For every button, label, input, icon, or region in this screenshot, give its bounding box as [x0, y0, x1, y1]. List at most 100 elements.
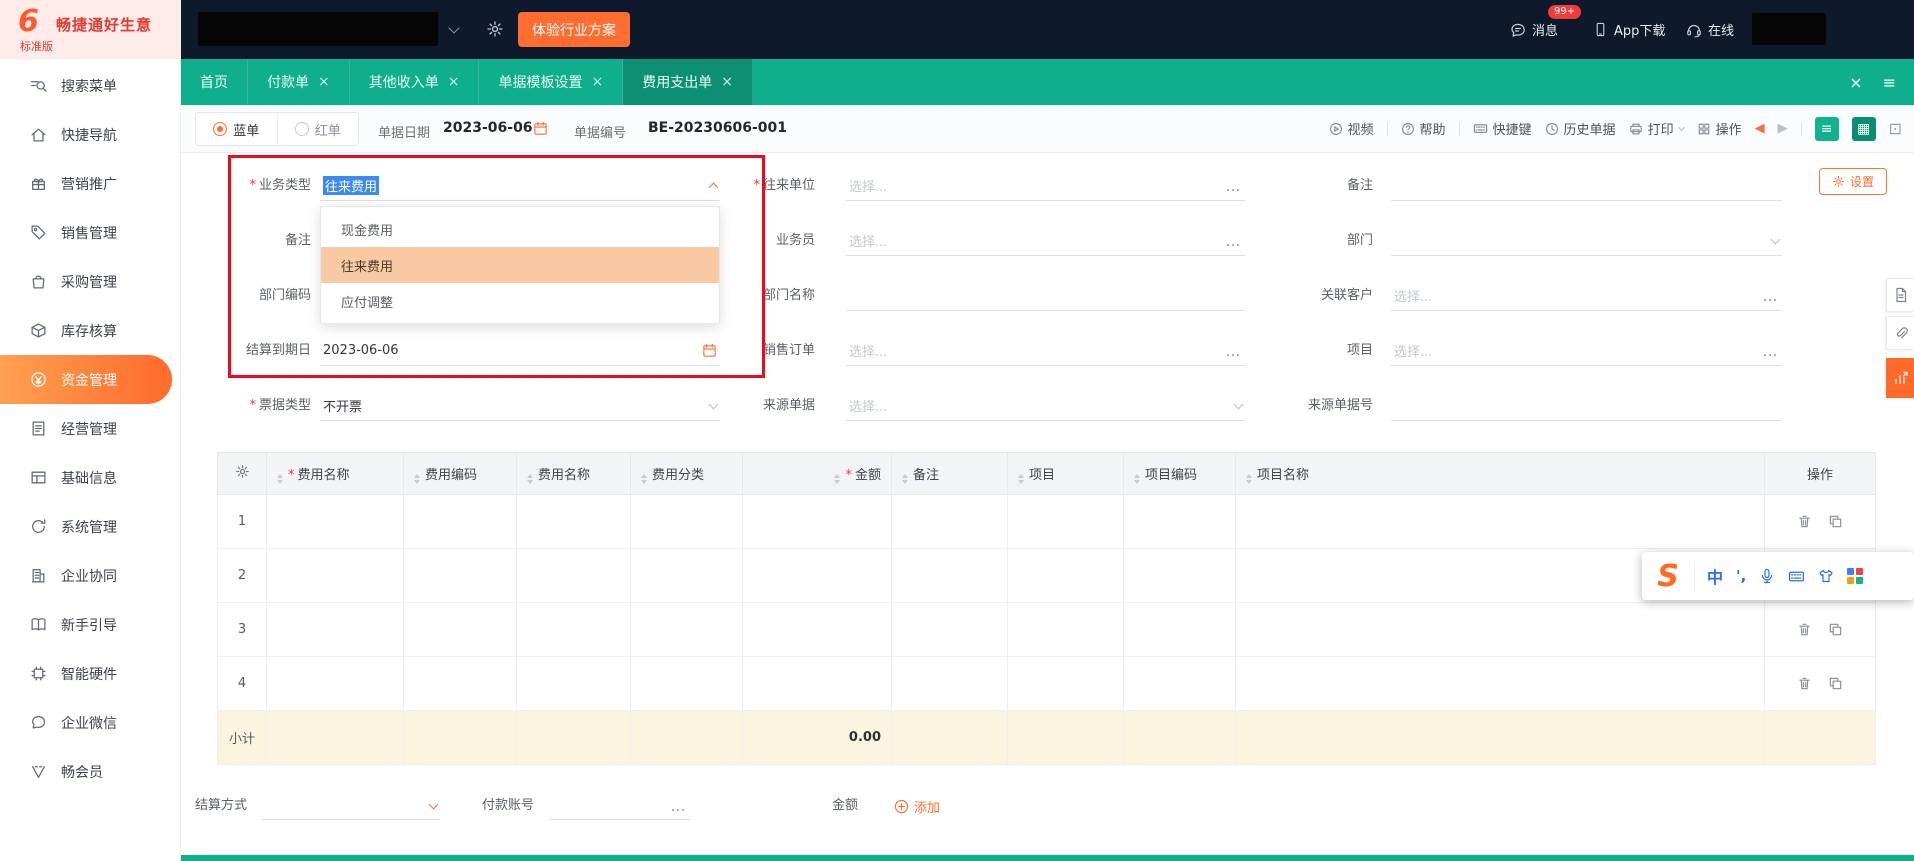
sidebar-item-purchase[interactable]: 采购管理	[0, 257, 180, 306]
side-note-button[interactable]	[1886, 278, 1914, 312]
column-settings-header[interactable]	[217, 452, 267, 495]
source-doc-field[interactable]: 选择...	[846, 391, 1245, 421]
grid-view-toggle[interactable]: ▦	[1851, 116, 1876, 141]
operations-button[interactable]: 操作	[1697, 119, 1742, 138]
header-expense-name-2[interactable]: 费用名称	[516, 452, 631, 495]
skin-tshirt-icon[interactable]	[1818, 568, 1834, 584]
remark-field[interactable]	[1391, 171, 1782, 201]
close-tab-icon[interactable]: ×	[318, 74, 330, 90]
header-expense-category[interactable]: 费用分类	[630, 452, 743, 495]
keyboard-icon[interactable]	[1788, 568, 1805, 585]
tab-home[interactable]: 首页	[181, 59, 248, 105]
add-account-row-button[interactable]: 添加	[894, 792, 940, 820]
red-voucher-radio[interactable]: 红单	[276, 113, 359, 145]
sidebar-item-funds[interactable]: 资金管理	[0, 355, 172, 404]
sales-order-field[interactable]: 选择... …	[846, 336, 1245, 366]
help-button[interactable]: 帮助	[1401, 119, 1446, 138]
sidebar-item-hardware[interactable]: 智能硬件	[0, 649, 180, 698]
ellipsis-picker-icon[interactable]: …	[1763, 343, 1780, 358]
ime-punctuation-toggle[interactable]: ',	[1736, 567, 1746, 585]
settings-button[interactable]: 设置	[1819, 168, 1887, 195]
dept-name-field[interactable]	[846, 281, 1245, 311]
tab-payment-order[interactable]: 付款单 ×	[248, 59, 350, 105]
header-project-code[interactable]: 项目编码	[1123, 452, 1236, 495]
redacted-account-selector[interactable]	[198, 12, 438, 46]
tab-template-settings[interactable]: 单据模板设置 ×	[479, 59, 624, 105]
app-download-button[interactable]: App下载	[1593, 20, 1665, 39]
sidebar-item-system[interactable]: 系统管理	[0, 502, 180, 551]
copy-row-icon[interactable]	[1828, 622, 1843, 637]
expand-icon[interactable]: ⊡	[1889, 119, 1902, 138]
sogou-logo[interactable]: S	[1642, 552, 1694, 600]
prev-doc-button[interactable]: ◀	[1755, 121, 1765, 136]
ellipsis-picker-icon[interactable]: …	[1226, 178, 1243, 193]
close-tab-icon[interactable]: ×	[448, 74, 460, 90]
sidebar-item-wechat[interactable]: 企业微信	[0, 698, 180, 747]
hotkeys-button[interactable]: 快捷键	[1473, 119, 1532, 138]
project-field[interactable]: 选择... …	[1391, 336, 1782, 366]
copy-row-icon[interactable]	[1828, 514, 1843, 529]
settle-method-field[interactable]	[262, 792, 440, 820]
sidebar-item-member[interactable]: 畅会员	[0, 747, 180, 796]
delete-row-icon[interactable]	[1797, 676, 1812, 691]
bill-type-field[interactable]: 不开票	[320, 391, 720, 421]
dropdown-option-partner-expense[interactable]: 往来费用	[321, 247, 719, 283]
sidebar-item-base-info[interactable]: 基础信息	[0, 453, 180, 502]
due-date-field[interactable]: 2023-06-06	[320, 336, 720, 366]
header-remark[interactable]: 备注	[891, 452, 1008, 495]
report-panel-button[interactable]	[1886, 358, 1914, 398]
department-field[interactable]	[1391, 226, 1782, 256]
dropdown-option-payable-adjust[interactable]: 应付调整	[321, 283, 719, 319]
tab-list-icon[interactable]: ≡	[1883, 73, 1896, 92]
attachment-button[interactable]	[1886, 316, 1914, 350]
sidebar-item-search-menu[interactable]: 搜索菜单	[0, 61, 180, 110]
print-button[interactable]: 打印	[1629, 119, 1685, 138]
ellipsis-picker-icon[interactable]: …	[1226, 343, 1243, 358]
ime-language-toggle[interactable]: 中	[1707, 564, 1723, 588]
sidebar-item-sales[interactable]: 销售管理	[0, 208, 180, 257]
header-expense-name[interactable]: 费用名称	[266, 452, 404, 495]
tab-expense-voucher[interactable]: 费用支出单 ×	[623, 59, 753, 105]
header-amount[interactable]: 金额	[742, 452, 892, 495]
header-expense-code[interactable]: 费用编码	[403, 452, 517, 495]
header-project[interactable]: 项目	[1007, 452, 1124, 495]
doc-date-value[interactable]: 2023-06-06	[443, 120, 533, 136]
copy-row-icon[interactable]	[1828, 676, 1843, 691]
blue-voucher-radio[interactable]: 蓝单	[196, 113, 277, 145]
history-button[interactable]: 历史单据	[1545, 119, 1616, 138]
sidebar-item-marketing[interactable]: 营销推广	[0, 159, 180, 208]
ellipsis-picker-icon[interactable]: …	[1763, 288, 1780, 303]
close-tab-icon[interactable]: ×	[721, 74, 733, 90]
pay-account-field[interactable]: …	[549, 792, 690, 820]
sidebar-item-operations[interactable]: 经营管理	[0, 404, 180, 453]
sidebar-item-inventory[interactable]: 库存核算	[0, 306, 180, 355]
sidebar-item-quick-nav[interactable]: 快捷导航	[0, 110, 180, 159]
salesman-field[interactable]: 选择... …	[846, 226, 1245, 256]
tab-other-income[interactable]: 其他收入单 ×	[350, 59, 480, 105]
video-button[interactable]: 视频	[1329, 119, 1374, 138]
header-project-name[interactable]: 项目名称	[1235, 452, 1765, 495]
close-tab-icon[interactable]: ×	[591, 74, 603, 90]
ime-toolbox-icon[interactable]	[1847, 568, 1864, 584]
source-doc-no-field[interactable]	[1391, 391, 1782, 421]
trial-solution-button[interactable]: 体验行业方案	[518, 12, 630, 47]
list-view-toggle[interactable]: ≡	[1814, 116, 1839, 141]
calendar-icon[interactable]	[533, 121, 548, 136]
ellipsis-picker-icon[interactable]: …	[671, 798, 688, 813]
gear-icon[interactable]	[486, 20, 504, 38]
ellipsis-picker-icon[interactable]: …	[1226, 233, 1243, 248]
close-all-tabs-icon[interactable]: ×	[1849, 73, 1862, 92]
chevron-down-icon[interactable]	[448, 22, 460, 34]
related-customer-field[interactable]: 选择... …	[1391, 281, 1782, 311]
dropdown-option-cash-expense[interactable]: 现金费用	[321, 211, 719, 247]
delete-row-icon[interactable]	[1797, 514, 1812, 529]
next-doc-button[interactable]: ▶	[1778, 121, 1788, 136]
delete-row-icon[interactable]	[1797, 622, 1812, 637]
sidebar-item-guide[interactable]: 新手引导	[0, 600, 180, 649]
business-type-field[interactable]: 往来费用	[320, 171, 720, 201]
partner-field[interactable]: 选择... …	[846, 171, 1245, 201]
microphone-icon[interactable]	[1759, 568, 1775, 584]
online-service-button[interactable]: 在线	[1686, 20, 1734, 39]
sidebar-item-collaboration[interactable]: 企业协同	[0, 551, 180, 600]
messages-button[interactable]: 消息	[1510, 20, 1558, 39]
